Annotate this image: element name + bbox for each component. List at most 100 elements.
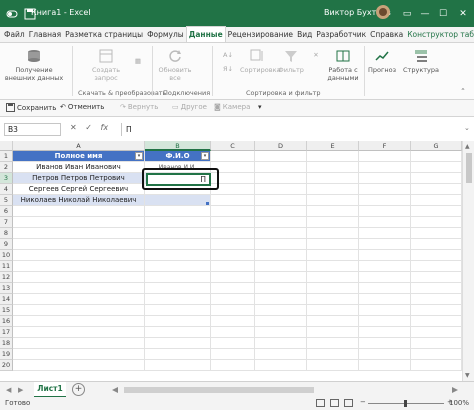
grid-cell[interactable] [307,195,359,206]
grid-cell[interactable] [359,239,411,250]
grid-cell[interactable] [255,261,307,272]
maximize-icon[interactable]: ☐ [432,0,454,27]
grid-cell[interactable] [307,162,359,173]
grid-cell[interactable] [411,360,462,371]
scroll-thumb[interactable] [466,153,472,183]
grid-cell[interactable] [13,316,145,327]
grid-cell[interactable] [411,151,462,162]
outline-button[interactable]: Структура [403,48,439,74]
grid-cell[interactable] [13,228,145,239]
grid-cell[interactable] [211,250,255,261]
grid-cell[interactable] [255,305,307,316]
grid-cell[interactable] [359,316,411,327]
qat-undo-button[interactable]: ↶ Отменить [60,103,104,111]
grid-cell[interactable] [307,338,359,349]
row-header[interactable]: 9 [0,239,13,250]
grid-cell[interactable] [255,195,307,206]
grid-cell[interactable] [13,327,145,338]
grid-cell[interactable] [307,206,359,217]
cancel-icon[interactable]: ✕ [70,123,77,132]
grid-cell[interactable] [145,283,211,294]
grid-cell[interactable] [255,184,307,195]
zoom-level[interactable]: 100% [449,399,469,407]
customize-qat-icon[interactable]: ▾ [258,103,262,111]
add-sheet-button[interactable]: + [72,383,85,396]
grid-cell[interactable] [411,184,462,195]
grid-cell[interactable] [307,349,359,360]
grid-cell[interactable] [411,173,462,184]
row-header[interactable]: 2 [0,162,13,173]
grid-cell[interactable] [411,206,462,217]
grid-cell[interactable] [13,250,145,261]
grid-cell[interactable] [411,261,462,272]
grid-cell[interactable] [359,151,411,162]
grid-cell[interactable] [307,184,359,195]
table-header-fio[interactable]: Ф.И.О ▾ [145,151,211,162]
row-header[interactable]: 5 [0,195,13,206]
grid-cell[interactable] [211,195,255,206]
grid-cell[interactable] [145,261,211,272]
row-header[interactable]: 6 [0,206,13,217]
grid-cell[interactable] [359,173,411,184]
grid-cell[interactable] [411,327,462,338]
grid-cell[interactable] [255,349,307,360]
row-header[interactable]: 12 [0,272,13,283]
grid-cell[interactable] [255,283,307,294]
table-cell-name[interactable]: Николаев Николай Николаевич [13,195,145,206]
zoom-out-icon[interactable]: − [360,398,366,406]
grid-cell[interactable] [411,217,462,228]
col-header-b[interactable]: B [145,141,211,151]
grid-cell[interactable] [145,349,211,360]
col-header-d[interactable]: D [255,141,307,151]
scroll-up-icon[interactable]: ▲ [465,143,470,150]
expand-formula-icon[interactable]: ⌄ [464,124,470,132]
grid-cell[interactable] [359,261,411,272]
grid-cell[interactable] [145,360,211,371]
enter-icon[interactable]: ✓ [85,123,92,132]
row-header[interactable]: 20 [0,360,13,371]
grid-cell[interactable] [13,283,145,294]
grid-cell[interactable] [359,250,411,261]
grid-cell[interactable] [255,294,307,305]
grid-cell[interactable] [13,272,145,283]
grid-cell[interactable] [359,283,411,294]
row-header[interactable]: 3 [0,173,13,184]
grid-cell[interactable] [359,305,411,316]
grid-cell[interactable] [211,272,255,283]
grid-cell[interactable] [145,239,211,250]
row-header[interactable]: 1 [0,151,13,162]
select-all-corner[interactable] [0,141,13,151]
qat-camera-button[interactable]: ◙ Камера [214,103,250,111]
tab-home[interactable]: Главная [27,26,63,42]
grid-cell[interactable] [145,294,211,305]
grid-cell[interactable] [411,316,462,327]
grid-cell[interactable] [211,338,255,349]
grid-cell[interactable] [307,272,359,283]
create-query-button[interactable]: Создать запрос [86,48,126,82]
grid-cell[interactable] [359,294,411,305]
sort-button[interactable]: Сортировка [240,48,281,74]
grid-cell[interactable] [359,338,411,349]
grid-cell[interactable] [145,305,211,316]
vertical-scrollbar[interactable]: ▲ ▼ [462,141,474,381]
grid-cell[interactable] [13,261,145,272]
table-resize-handle[interactable] [206,202,209,205]
grid-cell[interactable] [359,327,411,338]
filter-dropdown-icon[interactable]: ▾ [201,152,209,160]
page-break-view-icon[interactable] [344,399,353,407]
sort-desc-icon[interactable]: Я↓ [222,65,234,73]
close-icon[interactable]: ✕ [452,0,474,27]
grid-cell[interactable] [145,272,211,283]
filter-button[interactable]: Фильтр [276,48,306,74]
page-layout-view-icon[interactable] [330,399,339,407]
grid-cell[interactable] [211,305,255,316]
refresh-all-button[interactable]: Обновить все [158,48,192,82]
sheet-tab-list1[interactable]: Лист1 [34,382,66,398]
tab-help[interactable]: Справка [368,26,405,42]
grid-cell[interactable] [255,327,307,338]
grid-cell[interactable] [359,195,411,206]
grid-cell[interactable] [211,327,255,338]
grid-cell[interactable] [255,239,307,250]
grid-cell[interactable] [13,360,145,371]
qat-drag-button[interactable]: ▭ Другое [172,103,207,111]
